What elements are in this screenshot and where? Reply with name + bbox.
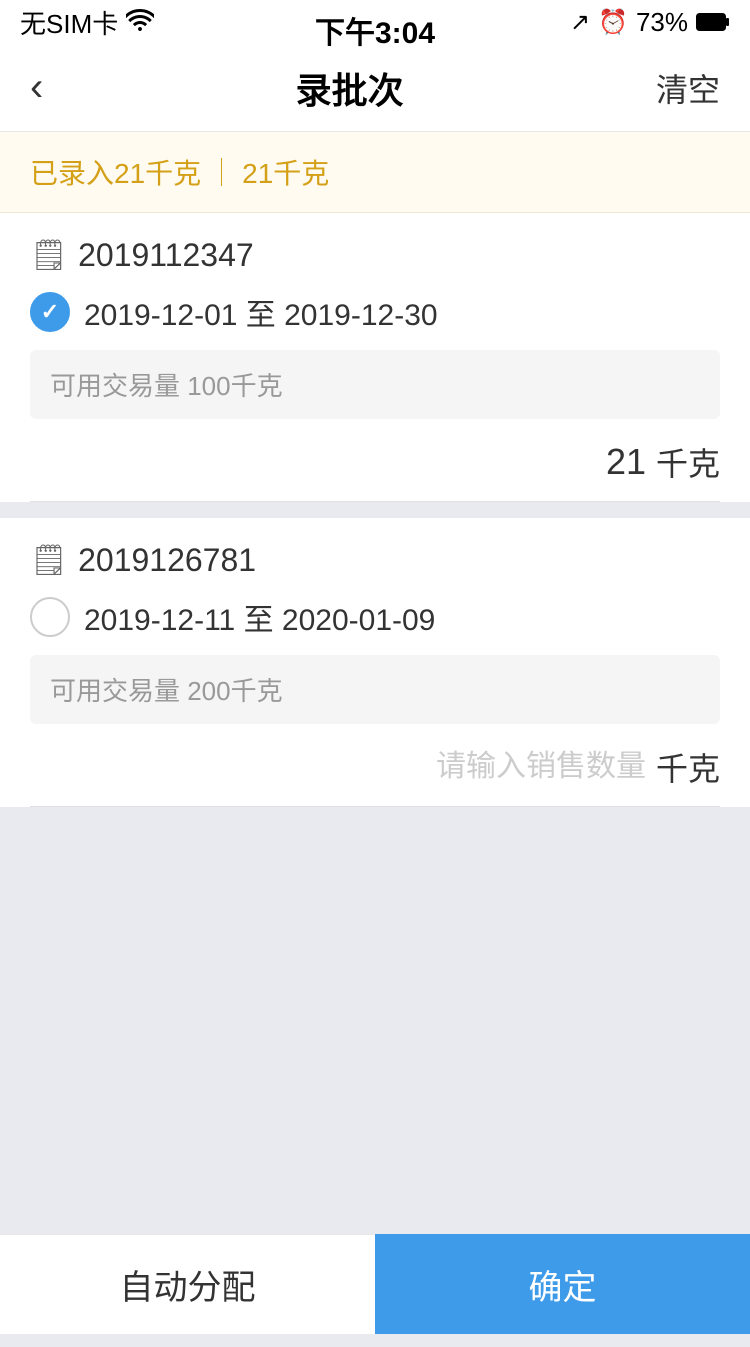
batch-2-header: 🗒 2019126781 — [30, 542, 720, 579]
batch-2-date: 2019-12-11 至 2020-01-09 — [84, 595, 435, 639]
batch-1-availability: 可用交易量 100千克 — [30, 350, 720, 419]
recorded-label: 已录入21千克 — [30, 152, 201, 192]
clear-button[interactable]: 清空 — [656, 65, 720, 111]
battery-icon — [696, 7, 730, 38]
status-left: 无SIM卡 — [20, 4, 154, 41]
batch-2-doc-number: 2019126781 — [78, 542, 256, 579]
batch-2-quantity-input[interactable] — [30, 750, 646, 784]
batch-item-1: 🗒 2019112347 2019-12-01 至 2019-12-30 可用交… — [0, 213, 750, 502]
battery-text: 73% — [636, 7, 688, 38]
batch-1-input-wrapper: 21 — [30, 441, 646, 483]
status-time: 下午3:04 — [315, 8, 435, 52]
total-label: 21千克 — [242, 152, 329, 192]
confirm-button[interactable]: 确定 — [375, 1234, 750, 1334]
batch-item-2: 🗒 2019126781 2019-12-11 至 2020-01-09 可用交… — [0, 518, 750, 807]
batch-2-date-row: 2019-12-11 至 2020-01-09 — [30, 595, 720, 639]
batch-1-date-row: 2019-12-01 至 2019-12-30 — [30, 290, 720, 334]
carrier-text: 无SIM卡 — [20, 4, 118, 41]
batch-1-doc-icon: 🗒 — [30, 238, 68, 273]
batch-2-quantity-row: 千克 — [30, 724, 720, 790]
wifi-icon — [126, 7, 154, 38]
batch-2-doc-icon: 🗒 — [30, 543, 68, 578]
summary-bar: 已录入21千克 21千克 — [0, 132, 750, 213]
location-icon: ↗ — [570, 8, 590, 37]
batch-1-quantity-row: 21 千克 — [30, 419, 720, 485]
batch-2-availability: 可用交易量 200千克 — [30, 655, 720, 724]
section-separator-1 — [0, 502, 750, 518]
batch-1-date: 2019-12-01 至 2019-12-30 — [84, 290, 438, 334]
batch-1-radio[interactable] — [30, 292, 70, 332]
auto-distribute-button[interactable]: 自动分配 — [0, 1234, 375, 1334]
back-button[interactable]: ‹ — [30, 65, 43, 110]
batch-2-input-wrapper[interactable] — [30, 750, 646, 784]
page-title: 录批次 — [296, 62, 404, 114]
alarm-icon: ⏰ — [598, 8, 628, 37]
batch-1-unit: 千克 — [656, 439, 720, 485]
status-right: ↗ ⏰ 73% — [570, 7, 730, 38]
batch-2-radio[interactable] — [30, 597, 70, 637]
status-bar: 无SIM卡 下午3:04 ↗ ⏰ 73% — [0, 0, 750, 44]
batch-1-quantity-value[interactable]: 21 — [606, 441, 646, 483]
nav-bar: ‹ 录批次 清空 — [0, 44, 750, 132]
summary-divider — [221, 158, 222, 186]
batch-1-header: 🗒 2019112347 — [30, 237, 720, 274]
batch-1-doc-number: 2019112347 — [78, 237, 254, 274]
footer: 自动分配 确定 — [0, 1234, 750, 1334]
batch-2-unit: 千克 — [656, 744, 720, 790]
